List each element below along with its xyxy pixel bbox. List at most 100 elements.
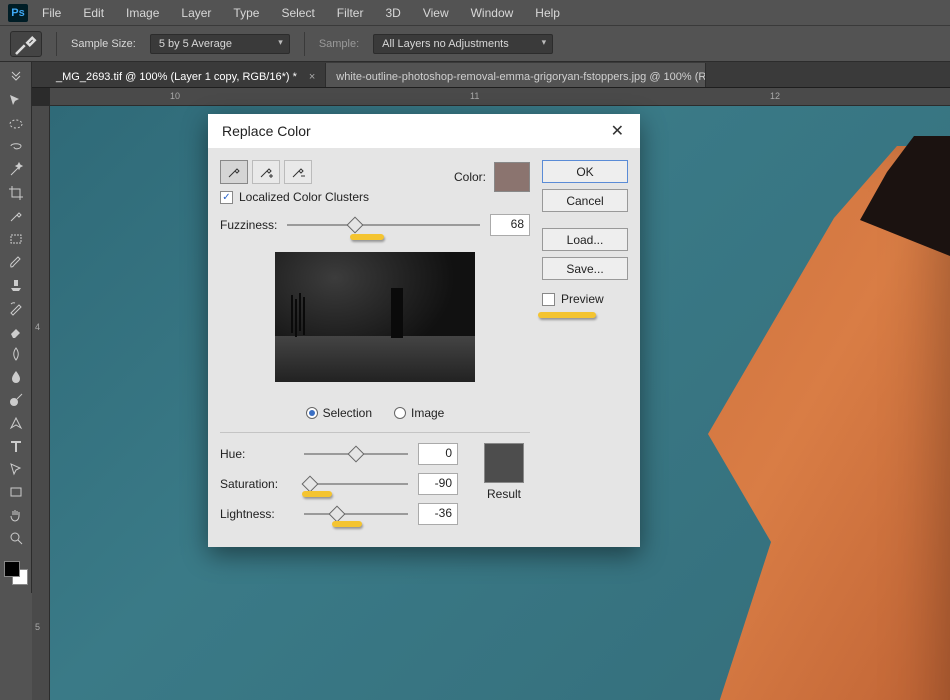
radio-selection-label: Selection (323, 406, 372, 420)
eraser-tool-icon[interactable] (2, 320, 30, 342)
current-tool-eyedropper-icon[interactable] (10, 31, 42, 57)
magic-wand-tool-icon[interactable] (2, 159, 30, 181)
fuzziness-input[interactable]: 68 (490, 214, 530, 236)
saturation-label: Saturation: (220, 477, 294, 491)
tab-label: white-outline-photoshop-removal-emma-gri… (336, 71, 706, 83)
sample-size-dropdown[interactable]: 5 by 5 Average (150, 34, 290, 54)
menu-file[interactable]: File (34, 4, 69, 22)
ruler-tick: 4 (35, 322, 40, 332)
fuzziness-slider[interactable] (287, 217, 480, 233)
menubar: Ps File Edit Image Layer Type Select Fil… (0, 0, 950, 26)
blur-tool-icon[interactable] (2, 366, 30, 388)
divider (304, 32, 305, 56)
healing-brush-tool-icon[interactable] (2, 228, 30, 250)
pen-tool-icon[interactable] (2, 412, 30, 434)
hue-input[interactable]: 0 (418, 443, 458, 465)
marquee-tool-icon[interactable] (2, 113, 30, 135)
eyedropper-subtract-icon[interactable] (284, 160, 312, 184)
menu-view[interactable]: View (415, 4, 457, 22)
annotation-highlight (538, 312, 596, 318)
dodge-tool-icon[interactable] (2, 389, 30, 411)
slider-thumb-icon[interactable] (302, 476, 319, 493)
radio-icon (394, 407, 406, 419)
hand-tool-icon[interactable] (2, 504, 30, 526)
shape-tool-icon[interactable] (2, 481, 30, 503)
type-tool-icon[interactable] (2, 435, 30, 457)
menu-select[interactable]: Select (273, 4, 322, 22)
slider-thumb-icon[interactable] (329, 506, 346, 523)
lightness-slider[interactable] (304, 506, 408, 522)
color-label: Color: (454, 170, 486, 184)
hue-label: Hue: (220, 447, 294, 461)
result-color-swatch[interactable] (484, 443, 524, 483)
app-logo: Ps (8, 4, 28, 22)
annotation-highlight (332, 521, 362, 527)
ruler-tick: 11 (470, 91, 479, 101)
crop-tool-icon[interactable] (2, 182, 30, 204)
checkbox-icon (542, 293, 555, 306)
saturation-input[interactable]: -90 (418, 473, 458, 495)
divider (56, 32, 57, 56)
ruler-vertical[interactable]: 4 5 (32, 106, 50, 700)
source-color-swatch[interactable] (494, 162, 530, 192)
saturation-slider[interactable] (304, 476, 408, 492)
ok-button[interactable]: OK (542, 160, 628, 183)
preview-checkbox[interactable]: Preview (542, 292, 628, 306)
ruler-tick: 12 (770, 91, 780, 101)
color-swatches[interactable] (0, 559, 31, 593)
ruler-tick: 10 (170, 91, 180, 101)
gradient-tool-icon[interactable] (2, 343, 30, 365)
annotation-highlight (302, 491, 332, 497)
eyedropper-tool-icon[interactable] (2, 205, 30, 227)
annotation-highlight (350, 234, 384, 240)
zoom-tool-icon[interactable] (2, 527, 30, 549)
menu-layer[interactable]: Layer (173, 4, 219, 22)
load-button[interactable]: Load... (542, 228, 628, 251)
sample-label: Sample: (319, 38, 359, 50)
menu-image[interactable]: Image (118, 4, 167, 22)
result-label: Result (487, 487, 521, 501)
foreground-color-swatch[interactable] (4, 561, 20, 577)
slider-thumb-icon[interactable] (348, 446, 365, 463)
lightness-input[interactable]: -36 (418, 503, 458, 525)
menu-help[interactable]: Help (527, 4, 568, 22)
radio-image[interactable]: Image (394, 406, 444, 420)
localized-clusters-label: Localized Color Clusters (239, 190, 369, 204)
sample-dropdown[interactable]: All Layers no Adjustments (373, 34, 553, 54)
menu-window[interactable]: Window (463, 4, 522, 22)
expand-icon[interactable] (2, 67, 30, 89)
history-brush-tool-icon[interactable] (2, 297, 30, 319)
ruler-horizontal[interactable]: 10 11 12 (50, 88, 950, 106)
selection-preview[interactable] (275, 252, 475, 382)
tools-panel (0, 62, 32, 593)
sample-size-label: Sample Size: (71, 38, 136, 50)
menu-edit[interactable]: Edit (75, 4, 112, 22)
save-button[interactable]: Save... (542, 257, 628, 280)
slider-thumb-icon[interactable] (346, 217, 363, 234)
eyedropper-icon[interactable] (220, 160, 248, 184)
menu-3d[interactable]: 3D (377, 4, 408, 22)
menu-type[interactable]: Type (225, 4, 267, 22)
cancel-button[interactable]: Cancel (542, 189, 628, 212)
clone-stamp-tool-icon[interactable] (2, 274, 30, 296)
eyedropper-add-icon[interactable] (252, 160, 280, 184)
brush-tool-icon[interactable] (2, 251, 30, 273)
close-icon[interactable]: × (309, 71, 315, 83)
move-tool-icon[interactable] (2, 90, 30, 112)
radio-selection[interactable]: Selection (306, 406, 372, 420)
preview-label: Preview (561, 292, 604, 306)
lightness-label: Lightness: (220, 507, 294, 521)
localized-clusters-checkbox[interactable]: ✓ Localized Color Clusters (220, 190, 454, 204)
hue-slider[interactable] (304, 446, 408, 462)
document-tabs: _MG_2693.tif @ 100% (Layer 1 copy, RGB/1… (0, 62, 950, 88)
tab-label: _MG_2693.tif @ 100% (Layer 1 copy, RGB/1… (56, 71, 297, 83)
path-select-tool-icon[interactable] (2, 458, 30, 480)
tab-document-2[interactable]: white-outline-photoshop-removal-emma-gri… (326, 63, 706, 87)
close-icon[interactable]: ✕ (605, 119, 630, 143)
menu-filter[interactable]: Filter (329, 4, 372, 22)
lasso-tool-icon[interactable] (2, 136, 30, 158)
divider (220, 432, 530, 433)
dialog-titlebar[interactable]: Replace Color ✕ (208, 114, 640, 148)
tab-document-1[interactable]: _MG_2693.tif @ 100% (Layer 1 copy, RGB/1… (46, 63, 326, 87)
options-bar: Sample Size: 5 by 5 Average Sample: All … (0, 26, 950, 62)
